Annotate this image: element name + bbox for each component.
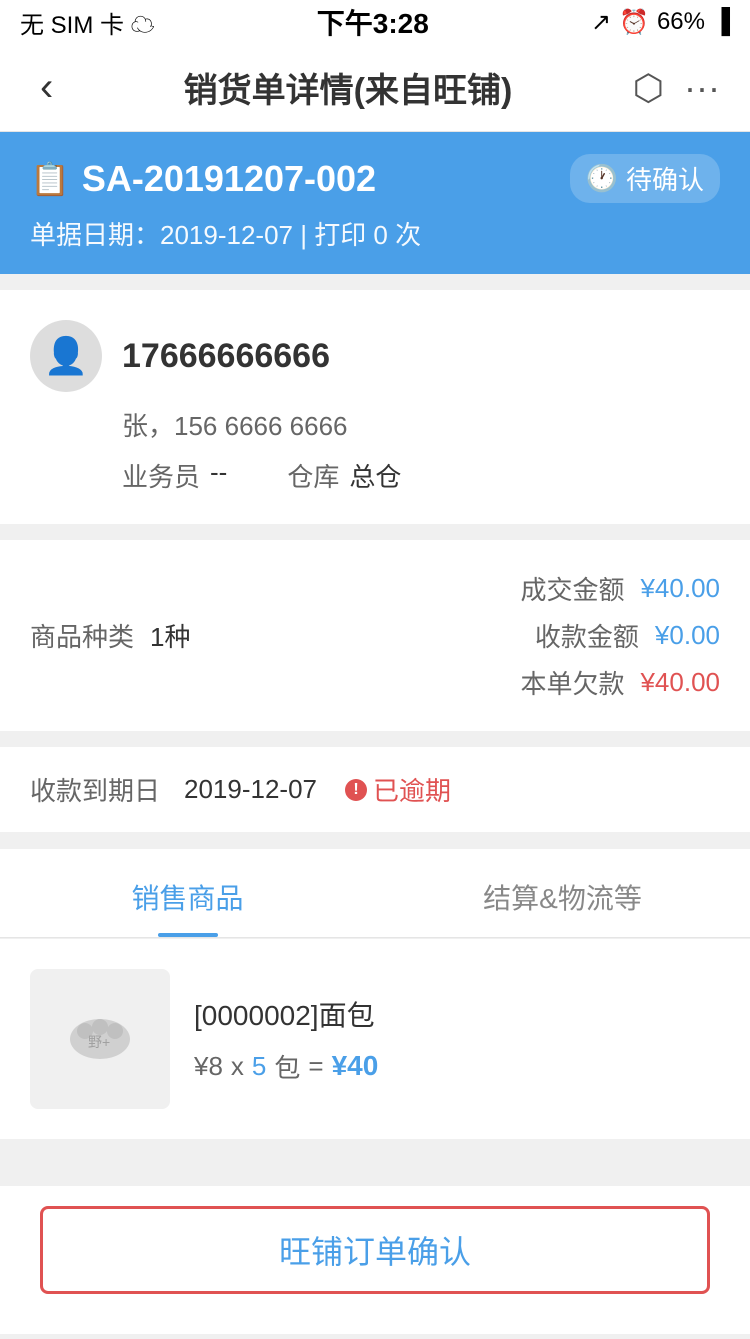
clock-icon: 🕐	[586, 163, 618, 194]
stats-section: 商品种类 1种 成交金额 ¥40.00 收款金额 ¥0.00 本单欠款 ¥40.…	[0, 540, 750, 731]
received-amount-row: 收款金额 ¥0.00	[535, 617, 720, 654]
nav-right-actions: ⬡ ···	[633, 67, 720, 109]
product-item: 野+ [0000002]面包 ¥8 x 5 包 = ¥40	[0, 939, 750, 1139]
status-left: 无 SIM 卡 ☁	[20, 5, 155, 40]
tab-active-indicator	[158, 933, 218, 937]
salesperson-value: --	[210, 457, 227, 494]
order-id-text: SA-20191207-002	[82, 158, 376, 200]
order-header: 📋 SA-20191207-002 🕐 待确认 单据日期：2019-12-07 …	[0, 132, 750, 274]
product-qty: 5	[252, 1051, 266, 1082]
salesperson-label: 业务员	[122, 457, 200, 494]
order-id: 📋 SA-20191207-002	[30, 158, 376, 200]
tab-sales-products[interactable]: 销售商品	[0, 849, 375, 937]
alarm-icon: ⏰	[619, 8, 649, 37]
overdue-text: 已逾期	[373, 771, 451, 808]
price-separator: x	[231, 1051, 244, 1082]
financial-stats: 成交金额 ¥40.00 收款金额 ¥0.00 本单欠款 ¥40.00	[375, 570, 720, 701]
overdue-icon: !	[345, 779, 367, 801]
equals-sign: =	[308, 1051, 323, 1082]
owed-label: 本单欠款	[520, 664, 624, 701]
received-value: ¥0.00	[655, 620, 720, 651]
due-date-label: 收款到期日	[30, 771, 160, 808]
status-bar: 无 SIM 卡 ☁ 下午3:28 ↗ ⏰ 66% ▐	[0, 0, 750, 44]
transaction-value: ¥40.00	[640, 573, 720, 604]
bottom-bar: 旺铺订单确认	[0, 1186, 750, 1334]
salesperson-item: 业务员 --	[122, 457, 227, 494]
customer-phone: 17666666666	[122, 337, 330, 376]
customer-section: 👤 17666666666 张，156 6666 6666 业务员 -- 仓库 …	[0, 290, 750, 524]
product-types: 商品种类 1种	[30, 570, 375, 701]
product-total: ¥40	[332, 1050, 379, 1082]
status-right: ↗ ⏰ 66% ▐	[591, 8, 730, 37]
product-details: [0000002]面包 ¥8 x 5 包 = ¥40	[194, 969, 720, 1109]
tab1-label: 销售商品	[131, 883, 243, 914]
nav-bar: ‹ 销货单详情(来自旺铺) ⬡ ···	[0, 44, 750, 132]
order-icon: 📋	[30, 160, 70, 198]
product-price: ¥8	[194, 1051, 223, 1082]
more-button[interactable]: ···	[684, 67, 720, 109]
order-date: 单据日期：2019-12-07 | 打印 0 次	[30, 215, 720, 252]
sim-status: 无 SIM 卡 ☁	[20, 5, 155, 40]
warehouse-label: 仓库	[287, 457, 339, 494]
owed-amount-row: 本单欠款 ¥40.00	[520, 664, 720, 701]
due-date-value: 2019-12-07	[184, 774, 317, 805]
product-types-value: 1种	[150, 617, 190, 654]
overdue-badge: ! 已逾期	[345, 771, 451, 808]
transaction-amount-row: 成交金额 ¥40.00	[520, 570, 720, 607]
customer-name-info: 张，156 6666 6666	[30, 406, 720, 443]
battery-status: 66%	[657, 8, 705, 36]
transaction-label: 成交金额	[520, 570, 624, 607]
svg-text:野+: 野+	[88, 1034, 110, 1050]
customer-meta: 业务员 -- 仓库 总仓	[30, 457, 720, 494]
order-status-badge: 🕐 待确认	[570, 154, 720, 203]
product-thumbnail: 野+	[30, 969, 170, 1109]
status-time: 下午3:28	[317, 2, 429, 42]
tabs-section: 销售商品 结算&物流等	[0, 849, 750, 938]
customer-avatar: 👤	[30, 320, 102, 392]
confirm-order-button[interactable]: 旺铺订单确认	[40, 1206, 710, 1294]
product-thumb-icon: 野+	[60, 1009, 140, 1069]
tab2-label: 结算&物流等	[483, 883, 642, 914]
avatar-icon: 👤	[44, 335, 89, 377]
share-button[interactable]: ⬡	[633, 67, 664, 109]
owed-value: ¥40.00	[640, 667, 720, 698]
product-price-row: ¥8 x 5 包 = ¥40	[194, 1048, 720, 1085]
location-icon: ↗	[591, 8, 611, 37]
battery-icon: ▐	[713, 8, 730, 36]
product-name: [0000002]面包	[194, 994, 720, 1034]
status-text: 待确认	[626, 160, 704, 197]
tab-settlement[interactable]: 结算&物流等	[375, 849, 750, 937]
page-title: 销货单详情(来自旺铺)	[184, 63, 513, 112]
product-types-label: 商品种类	[30, 617, 134, 654]
warehouse-value: 总仓	[349, 457, 401, 494]
received-label: 收款金额	[535, 617, 639, 654]
product-unit: 包	[274, 1048, 300, 1085]
warehouse-item: 仓库 总仓	[287, 457, 401, 494]
tabs-row: 销售商品 结算&物流等	[0, 849, 750, 937]
back-button[interactable]: ‹	[30, 55, 63, 120]
due-date-section: 收款到期日 2019-12-07 ! 已逾期	[0, 747, 750, 833]
